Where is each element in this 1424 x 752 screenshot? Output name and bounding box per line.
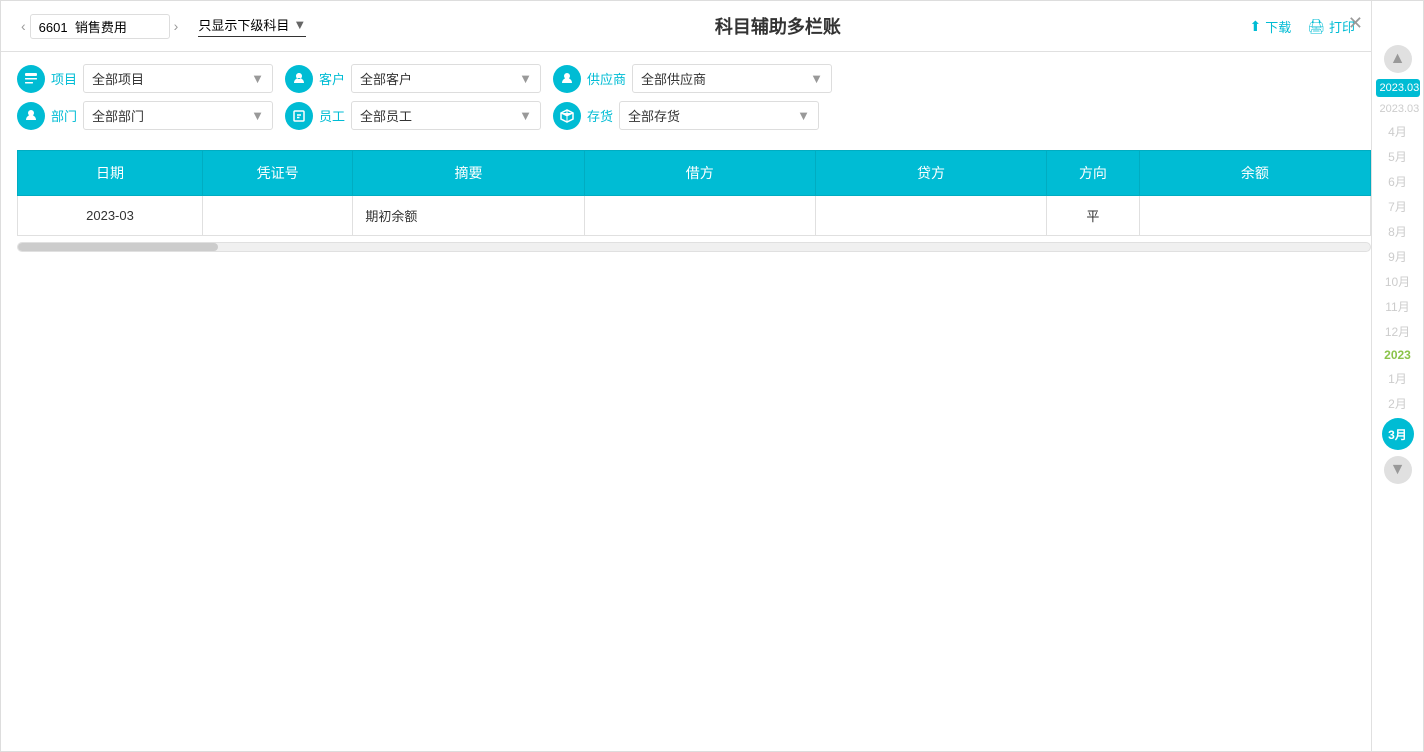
supplier-label: 供应商	[587, 69, 626, 88]
sidebar-item-2023-03[interactable]: 2023.03	[1376, 100, 1420, 118]
col-voucher: 凭证号	[203, 151, 353, 196]
inventory-value: 全部存货	[628, 106, 680, 125]
table-container: 日期 凭证号 摘要 借方 贷方 方向 余额 2023-03 期初余额	[17, 150, 1371, 236]
print-icon: 🖨	[1307, 18, 1325, 35]
inventory-icon	[553, 102, 581, 130]
cell-credit	[815, 196, 1046, 236]
sidebar-item-5[interactable]: 5月	[1376, 145, 1420, 168]
employee-icon	[285, 102, 313, 130]
supplier-value: 全部供应商	[641, 69, 706, 88]
project-icon	[17, 65, 45, 93]
sidebar-item-6[interactable]: 6月	[1376, 170, 1420, 193]
filter-department: 部门 全部部门 ▼	[17, 101, 273, 130]
department-value: 全部部门	[92, 106, 144, 125]
table-body: 2023-03 期初余额 平	[18, 196, 1371, 236]
col-credit: 贷方	[815, 151, 1046, 196]
department-icon	[17, 102, 45, 130]
download-icon: ⬆	[1249, 18, 1261, 35]
filter-customer: 客户 全部客户 ▼	[285, 64, 541, 93]
cell-balance	[1139, 196, 1370, 236]
sidebar-item-2[interactable]: 2月	[1376, 392, 1420, 415]
header-actions: ⬆ 下载 🖨 打印	[1249, 17, 1355, 36]
sidebar-year-2023: 2023	[1376, 345, 1420, 365]
customer-arrow: ▼	[519, 71, 532, 86]
employee-arrow: ▼	[519, 108, 532, 123]
horizontal-scrollbar[interactable]	[17, 240, 1371, 254]
col-balance: 余额	[1139, 151, 1370, 196]
col-direction: 方向	[1047, 151, 1140, 196]
sidebar-item-8[interactable]: 8月	[1376, 220, 1420, 243]
project-select[interactable]: 全部项目 ▼	[83, 64, 273, 93]
nav-next-button[interactable]: ›	[170, 16, 183, 36]
employee-select[interactable]: 全部员工 ▼	[351, 101, 541, 130]
supplier-icon	[553, 65, 581, 93]
filter-row-2: 部门 全部部门 ▼ 员工 全部员工 ▼	[17, 101, 1355, 130]
customer-label: 客户	[319, 69, 345, 88]
cell-debit	[584, 196, 815, 236]
department-select[interactable]: 全部部门 ▼	[83, 101, 273, 130]
table-header: 日期 凭证号 摘要 借方 贷方 方向 余额	[18, 151, 1371, 196]
show-sub-arrow: ▼	[293, 17, 306, 32]
download-label: 下载	[1265, 17, 1291, 36]
customer-value: 全部客户	[360, 69, 412, 88]
close-button[interactable]: ✕	[1348, 13, 1363, 34]
sidebar-item-7[interactable]: 7月	[1376, 195, 1420, 218]
sidebar-item-11[interactable]: 11月	[1376, 295, 1420, 318]
sidebar-scroll-down[interactable]: ▼	[1384, 456, 1412, 484]
col-summary: 摘要	[353, 151, 584, 196]
filter-supplier: 供应商 全部供应商 ▼	[553, 64, 832, 93]
col-date: 日期	[18, 151, 203, 196]
inventory-label: 存货	[587, 106, 613, 125]
table-row[interactable]: 2023-03 期初余额 平	[18, 196, 1371, 236]
download-button[interactable]: ⬆ 下载	[1249, 17, 1291, 36]
project-label: 项目	[51, 69, 77, 88]
cell-direction: 平	[1047, 196, 1140, 236]
sidebar-item-3-active[interactable]: 3月	[1382, 418, 1414, 450]
cell-summary: 期初余额	[353, 196, 584, 236]
right-sidebar: ▲ 2023.03 2023.03 4月 5月 6月 7月 8月 9月 10月 …	[1371, 1, 1423, 752]
project-arrow: ▼	[251, 71, 264, 86]
filter-inventory: 存货 全部存货 ▼	[553, 101, 819, 130]
col-debit: 借方	[584, 151, 815, 196]
sidebar-item-1[interactable]: 1月	[1376, 367, 1420, 390]
department-label: 部门	[51, 106, 77, 125]
data-table: 日期 凭证号 摘要 借方 贷方 方向 余额 2023-03 期初余额	[17, 150, 1371, 236]
sidebar-item-2023-03-active[interactable]: 2023.03	[1376, 79, 1420, 97]
account-code-area	[30, 14, 170, 39]
employee-value: 全部员工	[360, 106, 412, 125]
sidebar-scroll-up[interactable]: ▲	[1384, 45, 1412, 73]
inventory-select[interactable]: 全部存货 ▼	[619, 101, 819, 130]
project-value: 全部项目	[92, 69, 144, 88]
supplier-select[interactable]: 全部供应商 ▼	[632, 64, 832, 93]
sidebar-item-9[interactable]: 9月	[1376, 245, 1420, 268]
sidebar-item-10[interactable]: 10月	[1376, 270, 1420, 293]
page-title: 科目辅助多栏账	[306, 13, 1249, 39]
cell-date: 2023-03	[18, 196, 203, 236]
sidebar-item-12[interactable]: 12月	[1376, 320, 1420, 343]
customer-select[interactable]: 全部客户 ▼	[351, 64, 541, 93]
filter-employee: 员工 全部员工 ▼	[285, 101, 541, 130]
cell-voucher	[203, 196, 353, 236]
account-code-input[interactable]	[30, 14, 170, 39]
filter-row-1: 项目 全部项目 ▼ 客户 全部客户 ▼	[17, 64, 1355, 93]
show-sub-label: 只显示下级科目	[198, 15, 289, 34]
filter-area: 项目 全部项目 ▼ 客户 全部客户 ▼	[1, 52, 1371, 150]
sidebar-item-4[interactable]: 4月	[1376, 120, 1420, 143]
nav-prev-button[interactable]: ‹	[17, 16, 30, 36]
header: ‹ › 只显示下级科目 ▼ 科目辅助多栏账 ⬆ 下载 🖨 打印	[1, 1, 1371, 52]
show-sub-dropdown[interactable]: 只显示下级科目 ▼	[198, 15, 306, 37]
filter-project: 项目 全部项目 ▼	[17, 64, 273, 93]
inventory-arrow: ▼	[797, 108, 810, 123]
employee-label: 员工	[319, 106, 345, 125]
customer-icon	[285, 65, 313, 93]
supplier-arrow: ▼	[810, 71, 823, 86]
department-arrow: ▼	[251, 108, 264, 123]
